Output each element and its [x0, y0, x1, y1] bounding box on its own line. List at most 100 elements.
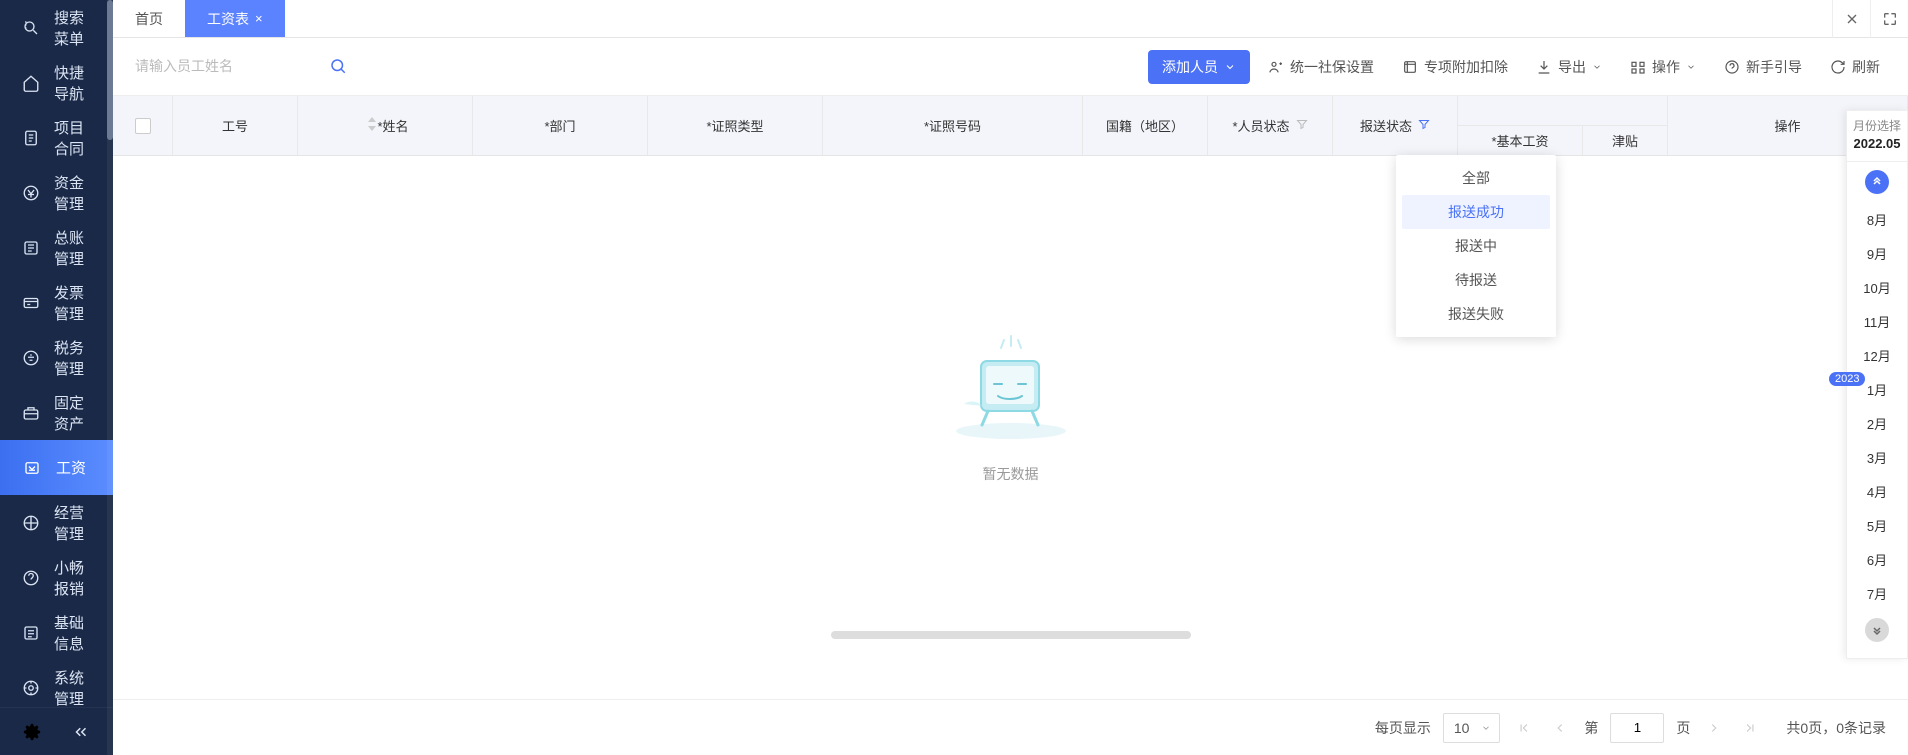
export-button[interactable]: 导出: [1526, 50, 1612, 84]
month-item[interactable]: 4月: [1847, 474, 1907, 508]
empty-illustration-icon: [936, 316, 1086, 446]
th-person-status[interactable]: *人员状态: [1208, 96, 1333, 155]
th-idtype[interactable]: *证照类型: [648, 96, 823, 155]
guide-button[interactable]: 新手引导: [1714, 50, 1812, 84]
asset-icon: [22, 403, 40, 423]
prev-page-button[interactable]: [1548, 716, 1572, 740]
sidebar-item-label: 快捷导航: [54, 62, 91, 104]
empty-state: 暂无数据: [936, 316, 1086, 484]
filter-option[interactable]: 报送失败: [1402, 297, 1550, 331]
month-item[interactable]: 12月: [1847, 338, 1907, 372]
sort-icon[interactable]: [367, 117, 377, 134]
collapse-icon[interactable]: [71, 722, 91, 742]
tax-icon: [22, 348, 40, 368]
close-all-tabs-button[interactable]: [1832, 0, 1870, 38]
settings-icon[interactable]: [22, 722, 42, 742]
th-allowance[interactable]: 津贴: [1583, 126, 1668, 155]
filter-icon[interactable]: [1418, 118, 1430, 133]
th-dept[interactable]: *部门: [473, 96, 648, 155]
year-badge: 2023: [1829, 372, 1865, 386]
horizontal-scrollbar[interactable]: [831, 631, 1191, 639]
filter-icon[interactable]: [1296, 118, 1308, 133]
filter-option[interactable]: 报送成功: [1402, 195, 1550, 229]
filter-option[interactable]: 待报送: [1402, 263, 1550, 297]
deduction-button[interactable]: 专项附加扣除: [1392, 50, 1518, 84]
tab-首页[interactable]: 首页: [113, 0, 185, 37]
doc-icon: [22, 128, 40, 148]
month-item[interactable]: 5月: [1847, 508, 1907, 542]
month-item[interactable]: 6月: [1847, 542, 1907, 576]
sidebar-item-invoice[interactable]: 发票管理: [0, 275, 113, 330]
month-selector-panel: 月份选择 2022.05 8月9月10月11月12月20231月2月3月4月5月…: [1846, 110, 1908, 659]
refresh-button[interactable]: 刷新: [1820, 50, 1890, 84]
month-item[interactable]: 10月: [1847, 270, 1907, 304]
operate-button[interactable]: 操作: [1620, 50, 1706, 84]
close-icon[interactable]: ×: [255, 11, 263, 26]
tab-工资表[interactable]: 工资表×: [185, 0, 285, 37]
empty-text: 暂无数据: [936, 464, 1086, 484]
page-suffix: 页: [1676, 718, 1690, 738]
sidebar-item-label: 固定资产: [54, 392, 91, 434]
sidebar-item-tax[interactable]: 税务管理: [0, 330, 113, 385]
search-icon[interactable]: [329, 57, 347, 78]
expense-icon: [22, 568, 40, 588]
month-item[interactable]: 9月: [1847, 236, 1907, 270]
sidebar-item-label: 工资: [56, 457, 86, 478]
biz-icon: [22, 513, 40, 533]
add-person-label: 添加人员: [1162, 57, 1218, 77]
th-submit-status[interactable]: 报送状态: [1333, 96, 1458, 155]
sidebar-item-label: 系统管理: [54, 667, 91, 708]
sidebar-item-search[interactable]: 搜索菜单: [0, 0, 113, 55]
filter-option[interactable]: 全部: [1402, 161, 1550, 195]
month-item[interactable]: 3月: [1847, 440, 1907, 474]
sidebar-item-expense[interactable]: 小畅报销: [0, 550, 113, 605]
th-name[interactable]: *姓名: [298, 96, 473, 155]
sidebar-item-ledger[interactable]: 总账管理: [0, 220, 113, 275]
toolbar: 添加人员 统一社保设置 专项附加扣除 导出 操作: [113, 38, 1908, 96]
filter-option[interactable]: 报送中: [1402, 229, 1550, 263]
sidebar: 搜索菜单快捷导航项目合同资金管理总账管理发票管理税务管理固定资产工资经营管理小畅…: [0, 0, 113, 755]
th-nationality[interactable]: 国籍（地区）: [1083, 96, 1208, 155]
money-icon: [22, 183, 40, 203]
sidebar-item-label: 项目合同: [54, 117, 91, 159]
month-scroll-up-button[interactable]: [1865, 170, 1889, 194]
month-item[interactable]: 8月: [1847, 202, 1907, 236]
last-page-button[interactable]: [1738, 716, 1762, 740]
first-page-button[interactable]: [1512, 716, 1536, 740]
sidebar-item-salary[interactable]: 工资: [0, 440, 113, 495]
sidebar-item-asset[interactable]: 固定资产: [0, 385, 113, 440]
table: 工号 *姓名 *部门 *证照类型 *证照号码 国籍（地区） *人员状态: [113, 96, 1908, 699]
add-person-button[interactable]: 添加人员: [1148, 50, 1250, 84]
th-checkbox: [113, 96, 173, 155]
month-scroll-down-button[interactable]: [1865, 618, 1889, 642]
th-salary-group: [1458, 96, 1668, 126]
th-basic-salary[interactable]: *基本工资: [1458, 126, 1583, 155]
next-page-button[interactable]: [1702, 716, 1726, 740]
filter-dropdown: 全部报送成功报送中待报送报送失败: [1396, 155, 1556, 337]
sidebar-item-label: 经营管理: [54, 502, 91, 544]
pagination-summary: 共0页，0条记录: [1786, 718, 1886, 738]
page-prefix: 第: [1584, 718, 1598, 738]
home-icon: [22, 73, 40, 93]
select-all-checkbox[interactable]: [135, 118, 151, 134]
fullscreen-button[interactable]: [1870, 0, 1908, 38]
search-input[interactable]: [131, 51, 351, 83]
page-size-select[interactable]: 10: [1443, 713, 1501, 743]
ledger-icon: [22, 238, 40, 258]
sidebar-item-biz[interactable]: 经营管理: [0, 495, 113, 550]
sidebar-item-system[interactable]: 系统管理: [0, 660, 113, 707]
sidebar-item-doc[interactable]: 项目合同: [0, 110, 113, 165]
month-item[interactable]: 11月: [1847, 304, 1907, 338]
search-icon: [22, 18, 40, 38]
sidebar-item-money[interactable]: 资金管理: [0, 165, 113, 220]
month-item[interactable]: 7月: [1847, 576, 1907, 610]
page-input[interactable]: [1610, 713, 1664, 743]
th-id[interactable]: 工号: [173, 96, 298, 155]
sidebar-item-label: 资金管理: [54, 172, 91, 214]
th-idno[interactable]: *证照号码: [823, 96, 1083, 155]
month-item[interactable]: 2月: [1847, 406, 1907, 440]
sidebar-item-home[interactable]: 快捷导航: [0, 55, 113, 110]
social-settings-button[interactable]: 统一社保设置: [1258, 50, 1384, 84]
sidebar-item-info[interactable]: 基础信息: [0, 605, 113, 660]
per-page-label: 每页显示: [1375, 718, 1431, 738]
